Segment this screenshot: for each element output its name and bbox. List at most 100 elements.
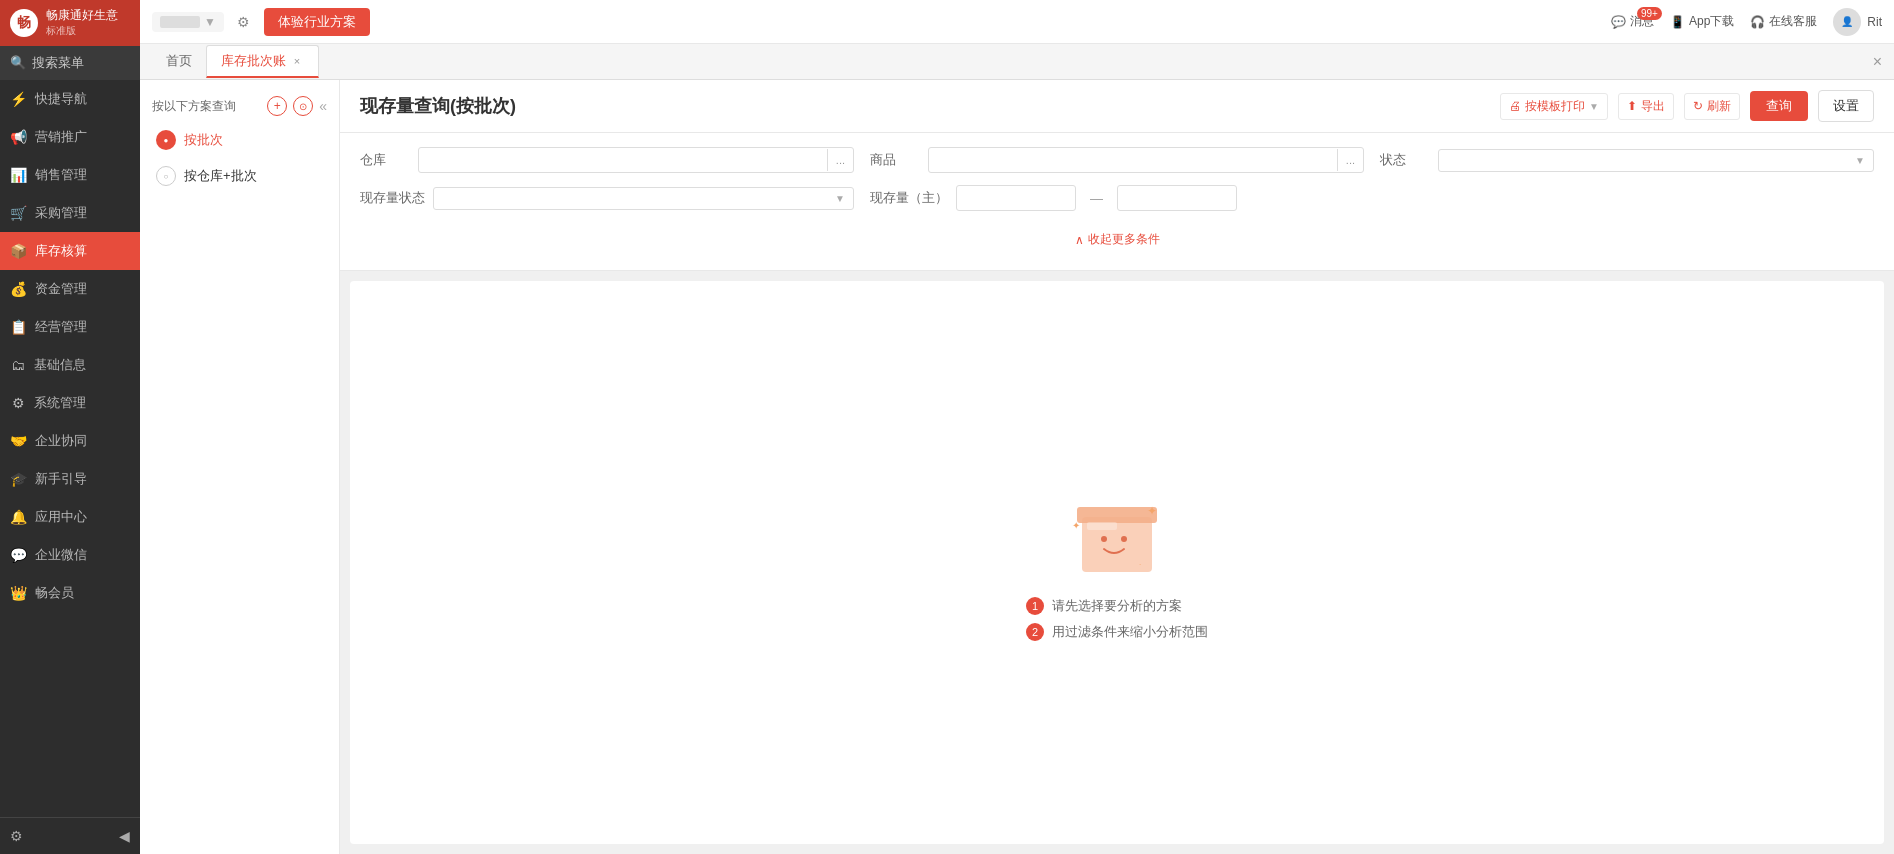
stock-status-select[interactable]: ▼ <box>433 187 854 210</box>
product-group: 商品 ... <box>870 147 1364 173</box>
tab-inventory-batch[interactable]: 库存批次账 × <box>206 45 319 78</box>
experience-btn[interactable]: 体验行业方案 <box>264 8 370 36</box>
stock-status-dropdown-icon: ▼ <box>835 193 845 204</box>
stock-status-group: 现存量状态 ▼ <box>360 187 854 210</box>
filter-add-btn[interactable]: + <box>267 96 287 116</box>
warehouse-dots-btn[interactable]: ... <box>827 149 853 171</box>
sidebar-item-member[interactable]: 👑 畅会员 <box>0 574 140 612</box>
product-input[interactable] <box>929 148 1337 172</box>
page-actions: 🖨 按模板打印 ▼ ⬆ 导出 ↻ 刷新 查询 设置 <box>1500 90 1874 122</box>
collapse-more-btn[interactable]: ∧ 收起更多条件 <box>360 223 1874 256</box>
avatar: 👤 <box>1833 8 1861 36</box>
query-btn[interactable]: 查询 <box>1750 91 1808 121</box>
content-body: ✦ ✦ · 1 请先选择要分析的方案 2 用过滤条件来缩小分析范围 <box>350 281 1884 844</box>
refresh-label: 刷新 <box>1707 98 1731 115</box>
gear-button[interactable]: ⚙ <box>230 8 258 36</box>
marketing-icon: 📢 <box>10 129 27 145</box>
user-profile[interactable]: 👤 Rit <box>1833 8 1882 36</box>
stock-status-label: 现存量状态 <box>360 189 425 207</box>
avatar-text: 👤 <box>1841 16 1853 27</box>
sidebar-item-label: 新手引导 <box>35 470 87 488</box>
filter-settings-icon: ⊙ <box>299 101 307 112</box>
settings-footer-icon[interactable]: ⚙ <box>10 828 23 844</box>
sidebar-item-finance[interactable]: 💰 资金管理 <box>0 270 140 308</box>
app-download-icon: 📱 <box>1670 15 1685 29</box>
product-input-wrapper[interactable]: ... <box>928 147 1364 173</box>
svg-point-3 <box>1101 536 1107 542</box>
filter-item-by-batch[interactable]: ● 按批次 <box>140 122 339 158</box>
sidebar-item-quick-nav[interactable]: ⚡ 快捷导航 <box>0 80 140 118</box>
sidebar-item-label: 基础信息 <box>34 356 86 374</box>
empty-hints: 1 请先选择要分析的方案 2 用过滤条件来缩小分析范围 <box>1026 597 1208 649</box>
topbar-right: 💬 消息 99+ 📱 App下载 🎧 在线客服 👤 Rit <box>1611 8 1882 36</box>
online-support-action[interactable]: 🎧 在线客服 <box>1750 13 1817 30</box>
messages-action[interactable]: 💬 消息 99+ <box>1611 13 1654 30</box>
tabbar: 首页 库存批次账 × × <box>140 44 1894 80</box>
filter-item-by-warehouse-batch[interactable]: ○ 按仓库+批次 <box>140 158 339 194</box>
collapse-label: 收起更多条件 <box>1088 231 1160 248</box>
hint-item-2: 2 用过滤条件来缩小分析范围 <box>1026 623 1208 641</box>
breadcrumb-dropdown-icon[interactable]: ▼ <box>204 15 216 29</box>
status-label: 状态 <box>1380 151 1430 169</box>
svg-text:✦: ✦ <box>1147 504 1157 518</box>
sidebar-item-guide[interactable]: 🎓 新手引导 <box>0 460 140 498</box>
sidebar-item-basic[interactable]: 🗂 基础信息 <box>0 346 140 384</box>
search-icon: 🔍 <box>10 55 26 70</box>
filter-collapse-icon[interactable]: « <box>319 98 327 114</box>
warehouse-input[interactable] <box>419 148 827 172</box>
sidebar-item-operations[interactable]: 📋 经营管理 <box>0 308 140 346</box>
svg-point-4 <box>1121 536 1127 542</box>
sidebar-item-system[interactable]: ⚙ 系统管理 <box>0 384 140 422</box>
sidebar-item-appstore[interactable]: 🔔 应用中心 <box>0 498 140 536</box>
member-icon: 👑 <box>10 585 27 601</box>
search-form: 仓库 ... 商品 ... 状态 <box>340 133 1894 271</box>
sidebar: 畅 畅康通好生意 标准版 🔍 搜索菜单 ⚡ 快捷导航 📢 营销推广 📊 销售管理… <box>0 0 140 854</box>
product-label: 商品 <box>870 151 920 169</box>
filter-settings-btn[interactable]: ⊙ <box>293 96 313 116</box>
sidebar-item-enterprise[interactable]: 🤝 企业协同 <box>0 422 140 460</box>
print-icon: 🖨 <box>1509 99 1521 113</box>
collapse-sidebar-icon[interactable]: ◀ <box>119 828 130 844</box>
sidebar-item-label: 企业微信 <box>35 546 87 564</box>
warehouse-input-wrapper[interactable]: ... <box>418 147 854 173</box>
finance-icon: 💰 <box>10 281 27 297</box>
sidebar-item-marketing[interactable]: 📢 营销推广 <box>0 118 140 156</box>
settings-btn[interactable]: 设置 <box>1818 90 1874 122</box>
basic-icon: 🗂 <box>10 357 26 373</box>
status-select[interactable]: ▼ <box>1438 149 1874 172</box>
stock-qty-from-input[interactable] <box>956 185 1076 211</box>
sidebar-item-sales[interactable]: 📊 销售管理 <box>0 156 140 194</box>
topbar: ▼ ⚙ 体验行业方案 💬 消息 99+ 📱 App下载 🎧 在线客服 <box>140 0 1894 44</box>
print-dropdown-icon[interactable]: ▼ <box>1589 101 1599 112</box>
search-menu[interactable]: 🔍 搜索菜单 <box>0 46 140 80</box>
batch-icon: ● <box>164 136 169 145</box>
product-dots-btn[interactable]: ... <box>1337 149 1363 171</box>
empty-illustration: ✦ ✦ · <box>1067 477 1167 577</box>
stock-qty-to-input[interactable] <box>1117 185 1237 211</box>
quick-nav-icon: ⚡ <box>10 91 27 107</box>
sidebar-item-inventory[interactable]: 📦 库存核算 <box>0 232 140 270</box>
filter-panel-actions: + ⊙ « <box>267 96 327 116</box>
export-btn[interactable]: ⬆ 导出 <box>1618 93 1674 120</box>
gear-icon: ⚙ <box>237 14 250 30</box>
enterprise-icon: 🤝 <box>10 433 27 449</box>
print-btn[interactable]: 🖨 按模板打印 ▼ <box>1500 93 1608 120</box>
sidebar-item-label: 经营管理 <box>35 318 87 336</box>
app-download-action[interactable]: 📱 App下载 <box>1670 13 1734 30</box>
add-icon: + <box>274 99 281 113</box>
sidebar-item-wechat[interactable]: 💬 企业微信 <box>0 536 140 574</box>
refresh-btn[interactable]: ↻ 刷新 <box>1684 93 1740 120</box>
username: Rit <box>1867 15 1882 29</box>
tab-inventory-batch-label: 库存批次账 <box>221 52 286 70</box>
panel-close-icon[interactable]: × <box>1873 53 1882 71</box>
tab-home[interactable]: 首页 <box>152 46 206 78</box>
app-download-label: App下载 <box>1689 13 1734 30</box>
form-row-2: 现存量状态 ▼ 现存量（主） — <box>360 185 1874 211</box>
tab-close-icon[interactable]: × <box>290 54 304 68</box>
sidebar-item-label: 快捷导航 <box>35 90 87 108</box>
wechat-icon: 💬 <box>10 547 27 563</box>
filter-panel-header: 按以下方案查询 + ⊙ « <box>140 90 339 122</box>
sidebar-item-label: 资金管理 <box>35 280 87 298</box>
breadcrumb: ▼ <box>152 12 224 32</box>
sidebar-item-purchase[interactable]: 🛒 采购管理 <box>0 194 140 232</box>
